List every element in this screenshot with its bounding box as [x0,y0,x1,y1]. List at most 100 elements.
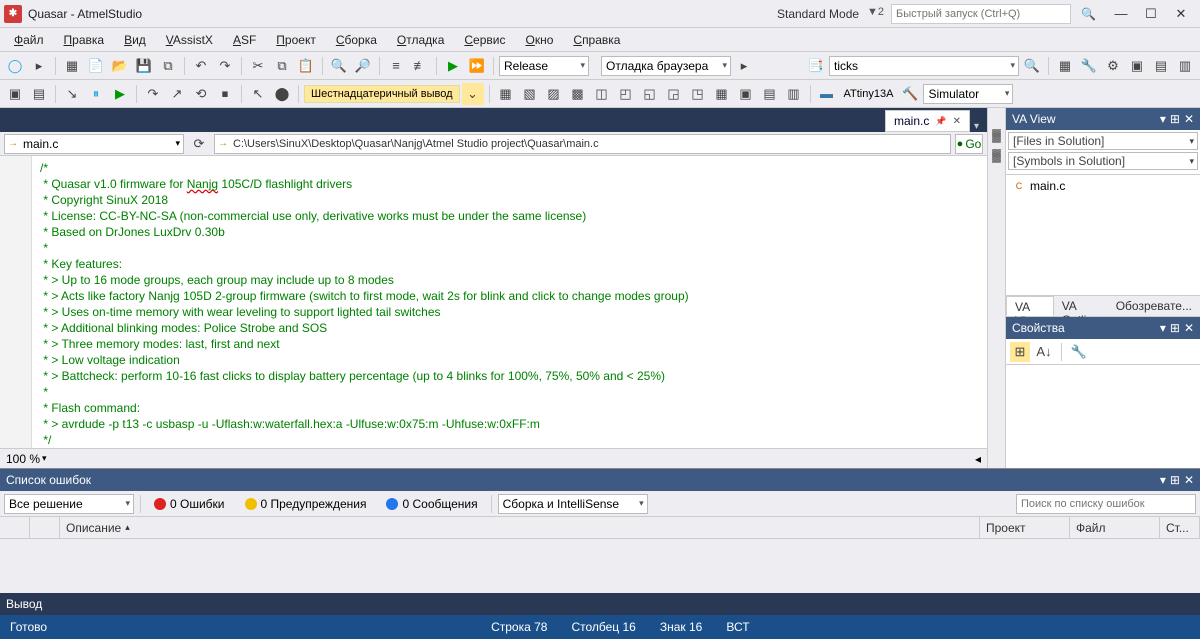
code-line[interactable]: * Based on DrJones LuxDrv 0.30b [40,224,987,240]
debug-browser-combo[interactable]: Отладка браузера [601,56,731,76]
win3-icon[interactable]: ▨ [543,83,565,105]
member-combo[interactable]: main.c [4,134,184,154]
browser-go-icon[interactable]: ▸ [733,55,755,77]
code-line[interactable]: * [40,240,987,256]
side-marker-icon[interactable]: ▓ [992,148,1001,162]
win11-icon[interactable]: ▣ [735,83,757,105]
breakpoint-icon[interactable]: ⬤ [271,83,293,105]
pause-icon[interactable]: ⏸ [85,83,107,105]
panel-pin-icon[interactable]: ⊞ [1170,321,1180,335]
menu-view[interactable]: Вид [114,30,156,50]
va-files-combo[interactable]: [Files in Solution] [1008,132,1198,150]
error-scope-combo[interactable]: Все решение [4,494,134,514]
menu-edit[interactable]: Правка [54,30,115,50]
dbg-2-icon[interactable]: ▤ [28,83,50,105]
menu-help[interactable]: Справка [563,30,630,50]
win7-icon[interactable]: ◱ [639,83,661,105]
code-line[interactable]: * > Uses on-time memory with wear leveli… [40,304,987,320]
code-line[interactable]: * > Up to 16 mode groups, each group may… [40,272,987,288]
stop-icon[interactable]: ⏹ [214,83,236,105]
menu-asf[interactable]: ASF [223,30,266,50]
props-wrench-icon[interactable]: 🔧 [1069,342,1089,362]
messages-filter[interactable]: 0 Сообщения [379,494,484,514]
code-line[interactable]: * [40,384,987,400]
win13-icon[interactable]: ▥ [783,83,805,105]
panel-pin-icon[interactable]: ⊞ [1170,112,1180,126]
redo-icon[interactable]: ↷ [214,55,236,77]
col-project[interactable]: Проект [980,517,1070,538]
code-line[interactable]: * License: CC-BY-NC-SA (non-commercial u… [40,208,987,224]
menu-file[interactable]: Файл [4,30,54,50]
dbg-1-icon[interactable]: ▣ [4,83,26,105]
undo-icon[interactable]: ↶ [190,55,212,77]
props-az-icon[interactable]: A↓ [1034,342,1054,362]
doc-tab-main-c[interactable]: main.c 📌 ✕ [885,110,970,132]
step-into-icon[interactable]: ↘ [61,83,83,105]
props-cat-icon[interactable]: ⊞ [1010,342,1030,362]
menu-window[interactable]: Окно [515,30,563,50]
panel-menu-icon[interactable]: ▾ [1160,473,1166,487]
code-line[interactable]: * > Additional blinking modes: Police St… [40,320,987,336]
copy-icon[interactable]: ⧉ [271,55,293,77]
start-debug-icon[interactable]: ▶ [442,55,464,77]
new-project-icon[interactable]: ▦ [61,55,83,77]
menu-debug[interactable]: Отладка [387,30,454,50]
comment-icon[interactable]: ≡ [385,55,407,77]
output-panel-header[interactable]: Вывод [0,593,1200,615]
ext6-icon[interactable]: ▥ [1174,55,1196,77]
code-line[interactable]: /* [40,160,987,176]
tab-va-outline[interactable]: VA Outline [1054,296,1108,316]
zoom-level[interactable]: 100 % [6,452,40,466]
step-over-icon[interactable]: ↷ [142,83,164,105]
panel-close-icon[interactable]: ✕ [1184,112,1194,126]
code-line[interactable]: * Copyright SinuX 2018 [40,192,987,208]
side-marker-icon[interactable]: ▓ [992,128,1001,142]
panel-close-icon[interactable]: ✕ [1184,473,1194,487]
back-icon[interactable]: ◯ [4,55,26,77]
hscroll-left-icon[interactable]: ◂ [975,452,981,466]
error-list-header[interactable]: Список ошибок ▾⊞✕ [0,469,1200,491]
va-tree[interactable]: C main.c [1006,175,1200,295]
ext5-icon[interactable]: ▤ [1150,55,1172,77]
config-combo[interactable]: Release [499,56,589,76]
code-line[interactable]: * Key features: [40,256,987,272]
col-description[interactable]: Описание ▴ [60,517,980,538]
panel-menu-icon[interactable]: ▾ [1160,112,1166,126]
find-in-files-icon[interactable]: 📑 [805,55,827,77]
restart-icon[interactable]: ⟲ [190,83,212,105]
hex-output-button[interactable]: Шестнадцатеричный вывод [304,85,460,103]
uncomment-icon[interactable]: ≢ [409,55,431,77]
panel-close-icon[interactable]: ✕ [1184,321,1194,335]
hammer-icon[interactable]: 🔨 [899,83,921,105]
continue-icon[interactable]: ▶ [109,83,131,105]
close-tab-icon[interactable]: ✕ [953,116,961,127]
va-view-header[interactable]: VA View ▾⊞✕ [1006,108,1200,130]
maximize-button[interactable]: ☐ [1136,5,1166,23]
tab-va-view[interactable]: VA View [1006,296,1054,316]
ext2-icon[interactable]: 🔧 [1078,55,1100,77]
tree-item-main-c[interactable]: C main.c [1012,179,1194,193]
filter-icon[interactable]: ▼2 [867,6,883,22]
code-line[interactable]: * Flash command: [40,400,987,416]
open-icon[interactable]: 📂 [109,55,131,77]
menu-project[interactable]: Проект [266,30,326,50]
tab-explorer[interactable]: Обозревате... [1108,296,1200,316]
menu-vassistx[interactable]: VAssistX [156,30,223,50]
win10-icon[interactable]: ▦ [711,83,733,105]
nav-sync-icon[interactable]: ⟳ [188,133,210,155]
win6-icon[interactable]: ◰ [615,83,637,105]
code-line[interactable]: * > Battcheck: perform 10-16 fast clicks… [40,368,987,384]
build-intellisense-combo[interactable]: Сборка и IntelliSense [498,494,648,514]
new-file-icon[interactable]: 📄 [85,55,107,77]
col-file[interactable]: Файл [1070,517,1160,538]
quick-launch-input[interactable] [891,4,1071,24]
chip-icon[interactable]: ▬ [816,83,838,105]
cursor-icon[interactable]: ↖ [247,83,269,105]
tab-overflow-icon[interactable]: ▾ [970,121,983,132]
search-icon[interactable]: 🔍 [1081,7,1096,21]
win5-icon[interactable]: ◫ [591,83,613,105]
errors-filter[interactable]: 0 Ошибки [147,494,232,514]
menu-service[interactable]: Сервис [454,30,515,50]
ext4-icon[interactable]: ▣ [1126,55,1148,77]
panel-menu-icon[interactable]: ▾ [1160,321,1166,335]
